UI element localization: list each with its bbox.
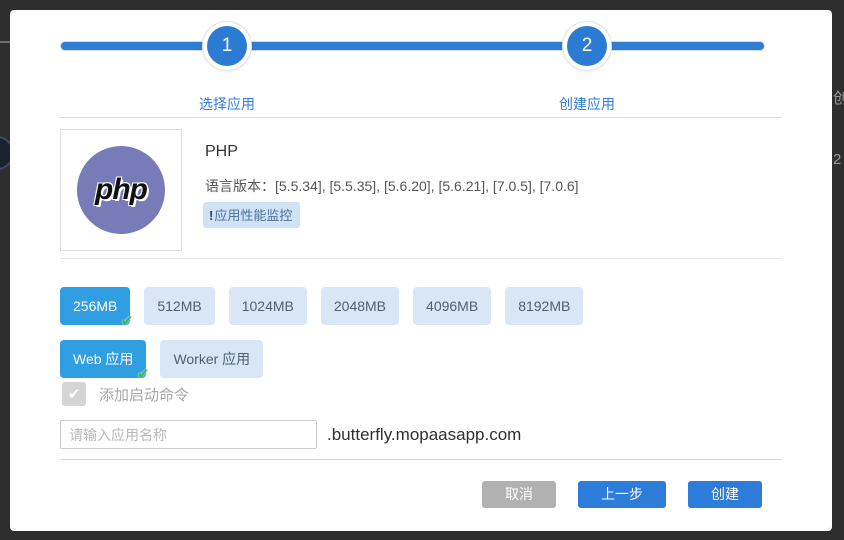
memory-option-8192mb[interactable]: 8192MB bbox=[505, 287, 584, 325]
app-type-option-label: Web 应用 bbox=[73, 351, 134, 367]
app-versions-text: 语言版本：[5.5.34], [5.5.35], [5.6.20], [5.6.… bbox=[205, 178, 579, 194]
step-2-circle[interactable]: 2 bbox=[562, 21, 612, 71]
backdrop-underlying-line bbox=[0, 41, 10, 43]
divider-above-footer bbox=[60, 459, 782, 460]
memory-option-1024mb[interactable]: 1024MB bbox=[228, 287, 307, 325]
check-icon: ✔ bbox=[120, 313, 134, 330]
php-logo-icon: php bbox=[77, 146, 165, 234]
domain-suffix: .butterfly.mopaasapp.com bbox=[327, 424, 522, 444]
memory-option-label: 2048MB bbox=[333, 298, 387, 314]
cancel-button[interactable]: 取消 bbox=[482, 481, 556, 508]
app-name-input[interactable] bbox=[60, 420, 317, 449]
memory-option-label: 4096MB bbox=[426, 298, 479, 314]
app-name-row: .butterfly.mopaasapp.com bbox=[60, 420, 521, 449]
memory-option-label: 1024MB bbox=[241, 298, 294, 314]
startup-command-checkbox[interactable]: ✔ bbox=[62, 382, 86, 406]
stepper-progress-bar bbox=[60, 41, 765, 51]
step-1-label: 选择应用 bbox=[199, 96, 255, 112]
memory-option-256mb[interactable]: 256MB ✔ bbox=[60, 287, 133, 330]
alert-icon: ! bbox=[209, 208, 214, 223]
memory-option-4096mb[interactable]: 4096MB bbox=[413, 287, 492, 325]
previous-step-button[interactable]: 上一步 bbox=[578, 481, 666, 508]
app-title: PHP bbox=[205, 143, 238, 160]
apm-badge: !应用性能监控 bbox=[203, 202, 301, 228]
startup-command-label: 添加启动命令 bbox=[99, 386, 190, 404]
selected-app-card: php bbox=[60, 129, 182, 251]
create-app-modal: 1 2 选择应用 创建应用 php PHP 语言版本：[5.5.34], [5.… bbox=[10, 10, 832, 531]
check-icon: ✔ bbox=[67, 386, 81, 403]
step-2-number: 2 bbox=[567, 26, 607, 66]
step-1-circle[interactable]: 1 bbox=[202, 21, 252, 71]
footer-actions: 取消 上一步 创建 bbox=[482, 481, 762, 508]
memory-option-label: 512MB bbox=[157, 298, 202, 314]
divider-under-stepper bbox=[60, 117, 782, 118]
step-1-number: 1 bbox=[207, 26, 247, 66]
app-type-option-group: Web 应用 ✔ Worker 应用 bbox=[60, 340, 264, 383]
divider-under-app-card bbox=[60, 258, 782, 259]
step-2-label: 创建应用 bbox=[559, 96, 615, 112]
create-button[interactable]: 创建 bbox=[688, 481, 762, 508]
memory-option-label: 256MB bbox=[73, 298, 118, 314]
app-type-option-worker[interactable]: Worker 应用 bbox=[160, 340, 264, 378]
backdrop-glyph-top: 创 bbox=[833, 90, 844, 107]
app-type-option-web[interactable]: Web 应用 ✔ bbox=[60, 340, 149, 383]
php-logo-text: php bbox=[95, 173, 148, 206]
memory-option-label: 8192MB bbox=[518, 298, 571, 314]
startup-command-row: ✔ 添加启动命令 bbox=[62, 382, 189, 406]
app-type-option-label: Worker 应用 bbox=[173, 351, 251, 367]
memory-option-group: 256MB ✔ 512MB 1024MB 2048MB 4096MB 8192M… bbox=[60, 287, 584, 330]
backdrop-glyph-bottom: 2 bbox=[833, 151, 842, 168]
memory-option-512mb[interactable]: 512MB bbox=[144, 287, 215, 325]
memory-option-2048mb[interactable]: 2048MB bbox=[320, 287, 400, 325]
apm-badge-label: 应用性能监控 bbox=[214, 208, 293, 223]
